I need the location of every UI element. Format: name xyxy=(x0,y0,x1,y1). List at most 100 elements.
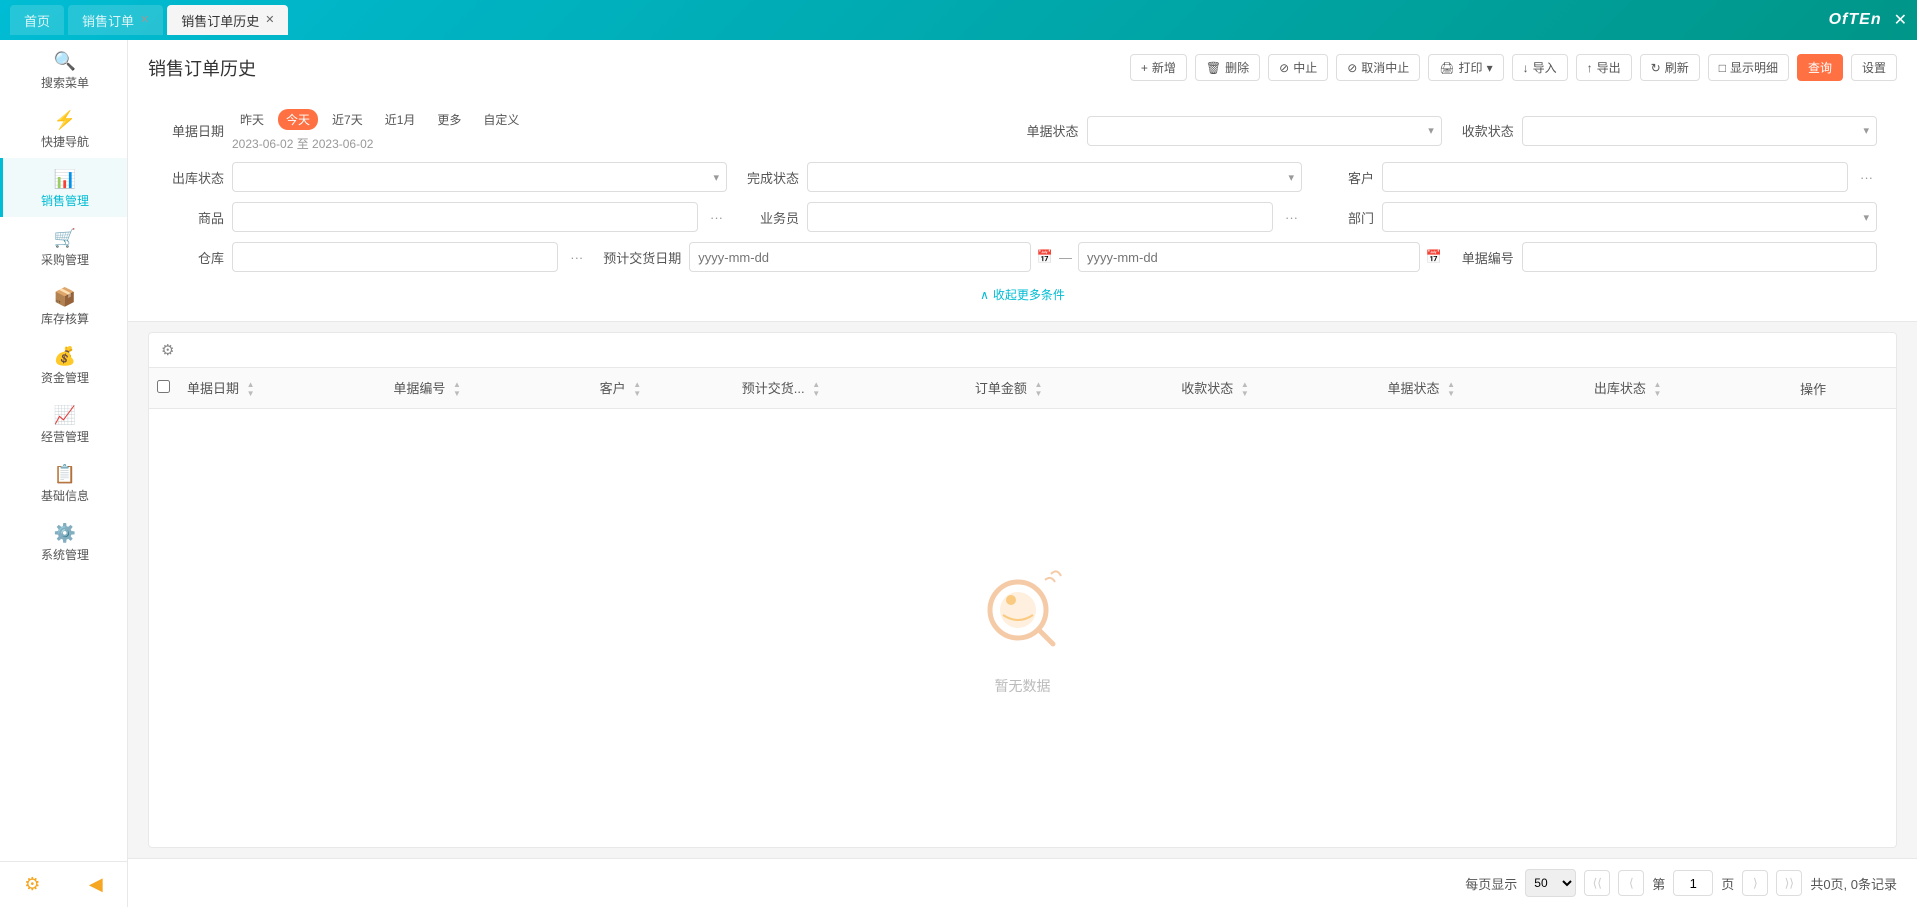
tab-home[interactable]: 销售订单历史 首页 xyxy=(10,5,64,35)
sidebar-item-basic-info[interactable]: 📋 基础信息 xyxy=(0,453,127,512)
calendar-start-icon[interactable]: 📅 xyxy=(1037,249,1053,265)
query-button[interactable]: 查询 xyxy=(1797,54,1843,81)
date-custom[interactable]: 自定义 xyxy=(475,109,527,130)
th-payment-status[interactable]: 收款状态 ▲▼ xyxy=(1173,368,1379,409)
amount-sort-icon: ▲▼ xyxy=(1034,381,1042,398)
sidebar-item-quick-nav[interactable]: ⚡ 快捷导航 xyxy=(0,99,127,158)
table-settings-icon[interactable]: ⚙ xyxy=(161,341,174,359)
settings-bottom-icon[interactable]: ⚙ xyxy=(24,874,40,895)
order-status-sort-icon: ▲▼ xyxy=(1447,381,1455,398)
filter-payment-status: 收款状态 ▾ xyxy=(1458,116,1877,146)
department-select-wrapper: ▾ xyxy=(1382,202,1877,232)
page-size-select[interactable]: 10 20 50 100 xyxy=(1525,869,1576,897)
date-today[interactable]: 今天 xyxy=(278,109,318,130)
operation-icon: 📈 xyxy=(54,406,76,424)
refresh-button[interactable]: ↻ 刷新 xyxy=(1640,54,1700,81)
page-title: 销售订单历史 xyxy=(148,55,256,81)
delivery-date-label: 预计交货日期 xyxy=(603,248,681,267)
order-no-input[interactable] xyxy=(1522,242,1877,272)
date-label: 单据日期 xyxy=(168,121,224,140)
sidebar-item-purchase-mgmt[interactable]: 🛒 采购管理 xyxy=(0,217,127,276)
delete-button[interactable]: 🗑 删除 xyxy=(1195,54,1260,81)
toolbar: + 新增 🗑 删除 ⊘ 中止 ⊘ 取消中止 xyxy=(1130,54,1897,81)
sidebar-item-inventory[interactable]: 📦 库存核算 xyxy=(0,276,127,335)
system-mgmt-icon: ⚙️ xyxy=(54,524,76,542)
show-detail-button[interactable]: □ 显示明细 xyxy=(1708,54,1789,81)
collapse-sidebar-icon[interactable]: ◀ xyxy=(89,874,103,895)
select-all-checkbox[interactable] xyxy=(157,380,170,393)
sidebar-item-operation[interactable]: 📈 经营管理 xyxy=(0,394,127,453)
table-header-row: 单据日期 ▲▼ 单据编号 ▲▼ 客户 xyxy=(149,368,1896,409)
customer-more-icon[interactable]: ··· xyxy=(1856,170,1877,185)
page-header: 销售订单历史 + 新增 🗑 删除 ⊘ 中止 ⊘ xyxy=(128,40,1917,322)
warehouse-input[interactable] xyxy=(232,242,558,272)
date-1month[interactable]: 近1月 xyxy=(377,109,424,130)
customer-input[interactable] xyxy=(1382,162,1848,192)
tab-sales-order-history-close[interactable]: ✕ xyxy=(265,15,274,26)
th-delivery-date[interactable]: 预计交货... ▲▼ xyxy=(734,368,967,409)
first-page-button[interactable]: ⟨⟨ xyxy=(1584,870,1610,896)
filter-row-4: 仓库 ··· 预计交货日期 📅 — 📅 xyxy=(168,242,1877,272)
export-button[interactable]: ↑ 导出 xyxy=(1576,54,1632,81)
pagination: 每页显示 10 20 50 100 ⟨⟨ ⟨ 第 页 ⟩ ⟩⟩ 共0页, 0条记… xyxy=(128,858,1917,907)
sidebar-item-search-menu[interactable]: 🔍 搜索菜单 xyxy=(0,40,127,99)
th-amount[interactable]: 订单金额 ▲▼ xyxy=(967,368,1173,409)
th-date[interactable]: 单据日期 ▲▼ xyxy=(179,368,385,409)
settings-button[interactable]: 设置 xyxy=(1851,54,1897,81)
window-close-icon[interactable]: ✕ xyxy=(1894,10,1907,30)
delivery-date-end-input[interactable] xyxy=(1078,242,1420,272)
empty-text: 暂无数据 xyxy=(995,676,1051,696)
prev-page-button[interactable]: ⟨ xyxy=(1618,870,1644,896)
payment-status-select-wrapper: ▾ xyxy=(1522,116,1877,146)
salesperson-input[interactable] xyxy=(807,202,1273,232)
main-layout: 🔍 搜索菜单 ⚡ 快捷导航 📊 销售管理 🛒 采购管理 📦 库存核算 💰 资金管… xyxy=(0,40,1917,907)
warehouse-more-icon[interactable]: ··· xyxy=(566,250,587,265)
last-page-button[interactable]: ⟩⟩ xyxy=(1776,870,1802,896)
salesperson-more-icon[interactable]: ··· xyxy=(1281,210,1302,225)
department-select[interactable] xyxy=(1382,202,1877,232)
tab-sales-order[interactable]: 销售订单 ✕ xyxy=(68,5,163,35)
page-number-input[interactable] xyxy=(1673,870,1713,896)
inventory-icon: 📦 xyxy=(54,288,76,306)
delivery-status-select[interactable] xyxy=(232,162,727,192)
table-area: ⚙ 单据日期 ▲▼ 单据 xyxy=(148,332,1897,848)
sales-mgmt-icon: 📊 xyxy=(54,170,76,188)
table-toolbar: ⚙ xyxy=(149,333,1896,368)
tab-sales-order-close[interactable]: ✕ xyxy=(140,15,149,26)
product-more-icon[interactable]: ··· xyxy=(706,210,727,225)
sidebar-item-finance[interactable]: 💰 资金管理 xyxy=(0,335,127,394)
sidebar-item-sales-mgmt[interactable]: 📊 销售管理 xyxy=(0,158,127,217)
new-button[interactable]: + 新增 xyxy=(1130,54,1187,81)
complete-status-select-wrapper: ▾ xyxy=(807,162,1302,192)
next-page-button[interactable]: ⟩ xyxy=(1742,870,1768,896)
tab-sales-order-history[interactable]: 销售订单历史 ✕ xyxy=(167,5,288,35)
th-customer[interactable]: 客户 ▲▼ xyxy=(592,368,734,409)
payment-status-select[interactable] xyxy=(1522,116,1877,146)
stop-button[interactable]: ⊘ 中止 xyxy=(1268,54,1328,81)
print-dropdown-icon: ▾ xyxy=(1487,61,1493,75)
delivery-date-start-input[interactable] xyxy=(689,242,1031,272)
complete-status-select[interactable] xyxy=(807,162,1302,192)
date-range-text: 2023-06-02 至 2023-06-02 xyxy=(232,135,527,152)
data-table: 单据日期 ▲▼ 单据编号 ▲▼ 客户 xyxy=(149,368,1896,409)
cancel-stop-button[interactable]: ⊘ 取消中止 xyxy=(1336,54,1420,81)
sidebar-item-system-mgmt[interactable]: ⚙️ 系统管理 xyxy=(0,512,127,571)
calendar-end-icon[interactable]: 📅 xyxy=(1426,249,1442,265)
print-button[interactable]: 🖨 打印 ▾ xyxy=(1428,54,1503,81)
filter-product: 商品 ··· xyxy=(168,202,727,232)
date-7days[interactable]: 近7天 xyxy=(324,109,371,130)
collapse-filters-row[interactable]: ∧ 收起更多条件 xyxy=(168,282,1877,311)
date-more[interactable]: 更多 xyxy=(429,109,469,130)
filter-area: 单据日期 昨天 今天 近7天 近1月 更多 自定义 2023-06-02 至 2… xyxy=(148,95,1897,321)
order-status-select[interactable] xyxy=(1087,116,1442,146)
filter-order-no: 单据编号 xyxy=(1458,242,1877,272)
payment-status-label: 收款状态 xyxy=(1458,121,1514,140)
th-order-status[interactable]: 单据状态 ▲▼ xyxy=(1380,368,1586,409)
date-yesterday[interactable]: 昨天 xyxy=(232,109,272,130)
product-input[interactable] xyxy=(232,202,698,232)
basic-info-icon: 📋 xyxy=(54,465,76,483)
th-delivery-status[interactable]: 出库状态 ▲▼ xyxy=(1586,368,1792,409)
print-icon: 🖨 xyxy=(1439,61,1454,75)
th-order-no[interactable]: 单据编号 ▲▼ xyxy=(385,368,591,409)
import-button[interactable]: ↓ 导入 xyxy=(1512,54,1568,81)
